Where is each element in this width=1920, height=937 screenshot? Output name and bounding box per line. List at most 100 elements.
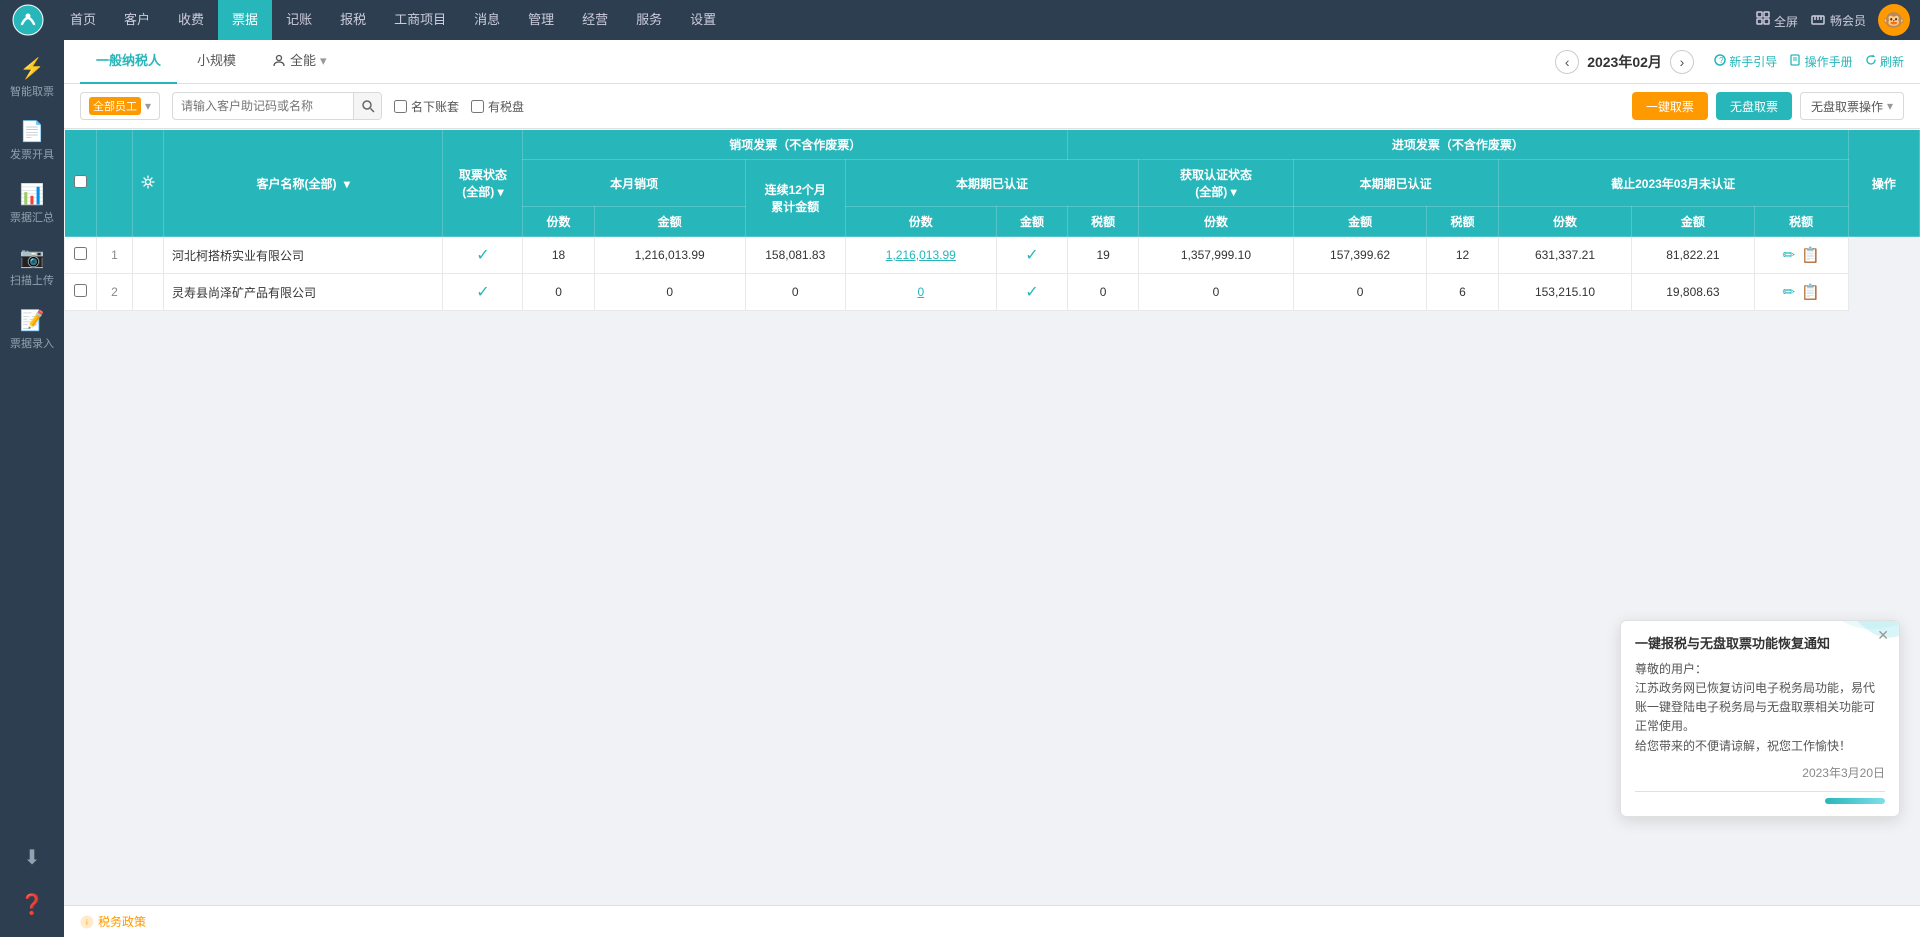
nav-message[interactable]: 消息	[460, 0, 514, 40]
row1-cert-status: ✓	[996, 237, 1067, 274]
th-xiao-amount: 金额	[594, 207, 745, 237]
table-row: 1 河北柯搭桥实业有限公司 ✓ 18 1,216,013.99 158,081.…	[65, 237, 1920, 274]
guide-icon: ?	[1714, 54, 1726, 66]
tab-small[interactable]: 小规模	[181, 40, 252, 84]
row2-uncert-amount: 153,215.10	[1498, 274, 1632, 311]
customer-search-input[interactable]	[173, 99, 353, 113]
th-uncert-count: 份数	[1498, 207, 1632, 237]
download-icon: ⬇	[24, 845, 41, 870]
notification-popup: ✕ 一键报税与无盘取票功能恢复通知 尊敬的用户： 江苏政务网已恢复访问电子税务局…	[1620, 620, 1900, 817]
row2-edit-icon[interactable]: ✏	[1782, 283, 1795, 301]
filter-bar: 全部员工 ▾ 名下账套 有税盘 一键取票 无盘取票 无盘取	[64, 84, 1920, 129]
row1-checkbox[interactable]	[74, 247, 87, 260]
sidebar-help[interactable]: ❓	[2, 884, 62, 927]
row1-checkbox-cell	[65, 237, 97, 274]
manual-button[interactable]: 操作手册	[1789, 53, 1852, 70]
th-month-xiao: 本月销项	[523, 160, 745, 207]
nav-tax[interactable]: 报税	[326, 0, 380, 40]
row2-jin-count: 0	[1068, 274, 1139, 311]
th-jin-amount2: 金额	[996, 207, 1067, 237]
nav-home[interactable]: 首页	[56, 0, 110, 40]
th-xiao-count: 份数	[523, 207, 594, 237]
refresh-button[interactable]: 刷新	[1865, 53, 1904, 70]
account-check-label[interactable]: 名下账套	[394, 98, 459, 115]
th-jin-amount: 金额	[1293, 207, 1427, 237]
fetch-status-filter-icon[interactable]: ▾	[498, 185, 504, 199]
nav-settings[interactable]: 设置	[676, 0, 730, 40]
row2-checkbox[interactable]	[74, 284, 87, 297]
nav-operation[interactable]: 经营	[568, 0, 622, 40]
row2-cumulative-link[interactable]: 0	[917, 285, 924, 299]
th-jin-tax: 税额	[1427, 207, 1498, 237]
th-uncertified: 截止2023年03月未认证	[1498, 160, 1848, 207]
notification-body1: 江苏政务网已恢复访问电子税务局功能，易代账一键登陆电子税务局与无盘取票相关功能可…	[1635, 679, 1885, 737]
tax-disk-checkbox[interactable]	[471, 100, 484, 113]
sidebar-item-data-entry[interactable]: 📝 票据录入	[2, 300, 62, 359]
sidebar-item-invoice-summary[interactable]: 📊 票据汇总	[2, 174, 62, 233]
sidebar-item-issue-invoice[interactable]: 📄 发票开具	[2, 111, 62, 170]
tab-full-dropdown-icon: ▾	[320, 40, 327, 83]
row1-view-icon[interactable]: 📋	[1801, 246, 1820, 264]
user-avatar[interactable]: 🐵	[1878, 4, 1910, 36]
period-prev-button[interactable]: ‹	[1555, 50, 1579, 74]
tab-general[interactable]: 一般纳税人	[80, 40, 177, 84]
th-xiao-group: 销项发票（不含作废票）	[523, 130, 1068, 160]
app-logo[interactable]	[10, 2, 46, 38]
search-button[interactable]	[353, 92, 381, 120]
cert-status-filter-icon[interactable]: ▾	[1231, 185, 1237, 199]
row2-num: 2	[97, 274, 133, 311]
nav-invoice[interactable]: 票据	[218, 0, 272, 40]
sidebar-item-smart-fetch[interactable]: ⚡ 智能取票	[2, 48, 62, 107]
nav-manage[interactable]: 管理	[514, 0, 568, 40]
row1-xiao-tax: 158,081.83	[745, 237, 845, 274]
notification-scrollbar[interactable]	[1825, 798, 1885, 804]
sidebar-item-smart-fetch-label: 智能取票	[10, 83, 54, 99]
sidebar-bottom: ⬇ ❓	[2, 837, 62, 937]
row2-settings	[133, 274, 164, 311]
nav-accounting[interactable]: 记账	[272, 0, 326, 40]
row1-actions: ✏ 📋	[1754, 237, 1848, 274]
no-disk-ops-button[interactable]: 无盘取票操作 ▾	[1800, 92, 1904, 120]
account-checkbox[interactable]	[394, 100, 407, 113]
no-disk-fetch-button[interactable]: 无盘取票	[1716, 92, 1792, 120]
row1-edit-icon[interactable]: ✏	[1782, 246, 1795, 264]
notification-date: 2023年3月20日	[1635, 764, 1885, 783]
row2-view-icon[interactable]: 📋	[1801, 283, 1820, 301]
row1-cumulative-link[interactable]: 1,216,013.99	[886, 248, 956, 262]
sidebar-item-scan-upload[interactable]: 📷 扫描上传	[2, 237, 62, 296]
th-action: 操作	[1848, 130, 1919, 237]
period-display: 2023年02月	[1587, 52, 1662, 72]
data-entry-icon: 📝	[20, 308, 45, 333]
sidebar-download[interactable]: ⬇	[2, 837, 62, 880]
nav-service[interactable]: 服务	[622, 0, 676, 40]
customer-search	[172, 92, 382, 120]
th-checkbox	[65, 130, 97, 237]
one-click-fetch-button[interactable]: 一键取票	[1632, 92, 1708, 120]
customer-filter-icon[interactable]: ▾	[344, 177, 350, 191]
search-icon	[361, 99, 375, 113]
fullscreen-button[interactable]: 全屏	[1755, 10, 1798, 30]
nav-fee[interactable]: 收费	[164, 0, 218, 40]
tax-disk-check-label[interactable]: 有税盘	[471, 98, 524, 115]
row1-jin-tax: 157,399.62	[1293, 237, 1427, 274]
select-all-checkbox[interactable]	[74, 175, 87, 188]
nav-customer[interactable]: 客户	[110, 0, 164, 40]
employee-filter[interactable]: 全部员工 ▾	[80, 92, 160, 120]
row1-cumulative: 1,216,013.99	[845, 237, 996, 274]
th-customer-name: 客户名称(全部) ▾	[164, 130, 443, 237]
notification-close-button[interactable]: ✕	[1877, 627, 1889, 644]
tab-full[interactable]: 全能 ▾	[256, 40, 343, 84]
th-cert-status: 获取认证状态 (全部) ▾	[1139, 160, 1293, 207]
vip-button[interactable]: 畅会员	[1810, 12, 1866, 29]
nav-business[interactable]: 工商项目	[380, 0, 460, 40]
bottom-bar: i 税务政策	[64, 905, 1920, 937]
new-guide-button[interactable]: ? 新手引导	[1714, 53, 1777, 70]
tax-policy-link[interactable]: i 税务政策	[80, 913, 146, 930]
th-settings-icon	[133, 130, 164, 237]
filter-right-actions: 一键取票 无盘取票 无盘取票操作 ▾	[1632, 92, 1904, 120]
row1-cert-check-icon: ✓	[1025, 247, 1038, 264]
th-uncert-amount: 金额	[1632, 207, 1754, 237]
row2-uncert-tax: 19,808.63	[1632, 274, 1754, 311]
employee-filter-dropdown: ▾	[145, 99, 151, 113]
period-next-button[interactable]: ›	[1670, 50, 1694, 74]
